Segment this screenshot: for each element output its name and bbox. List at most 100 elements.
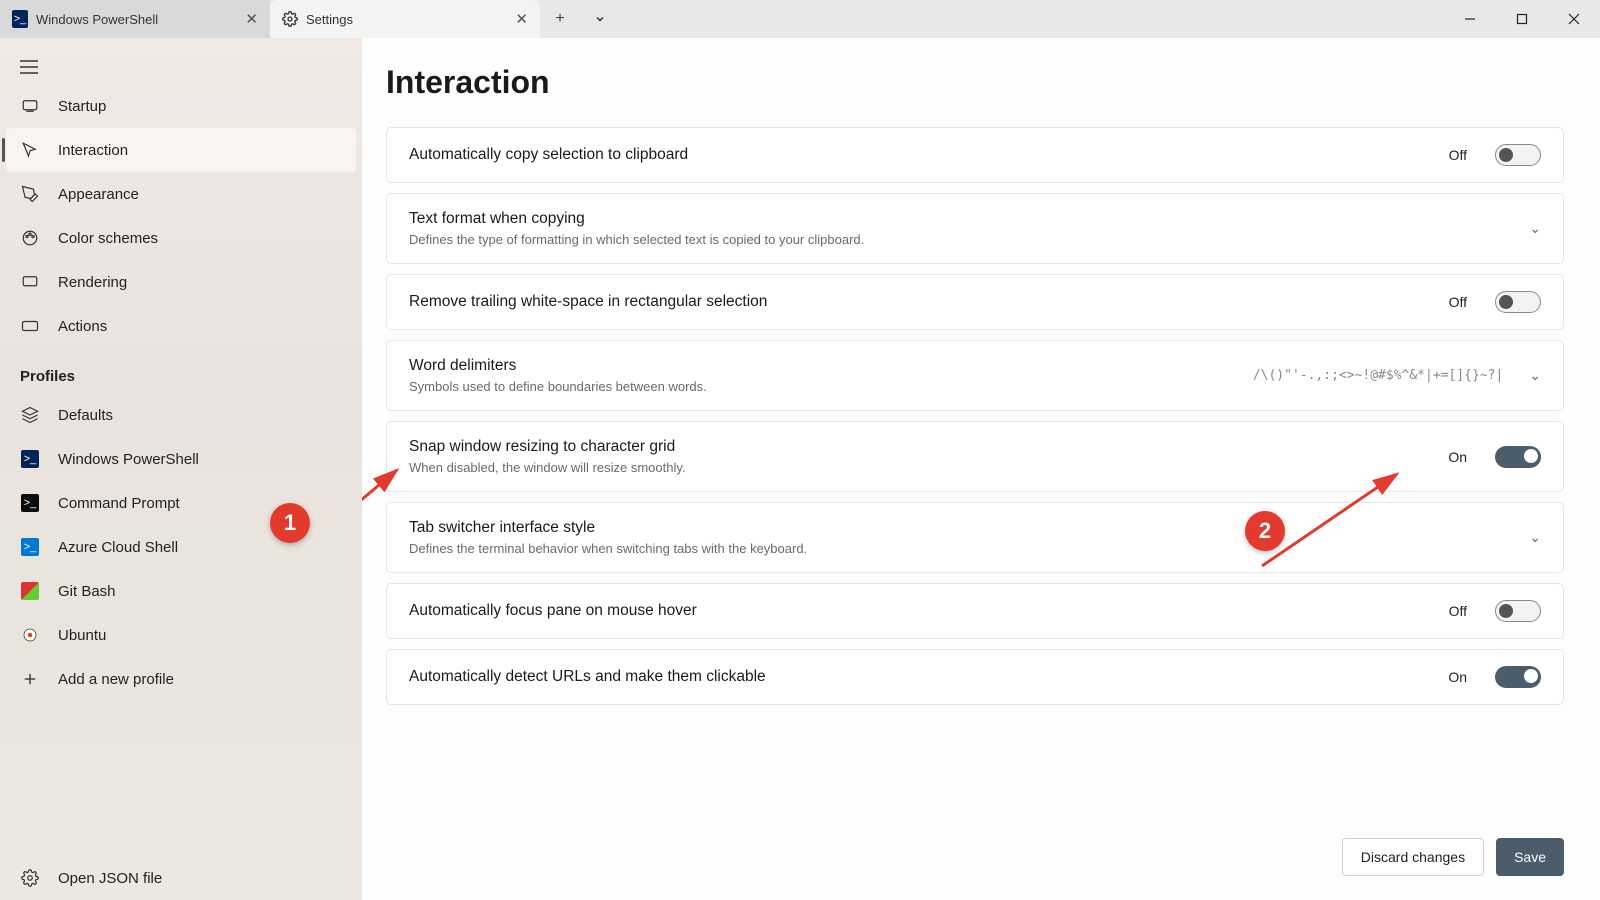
setting-title: Tab switcher interface style [409,519,1511,537]
setting-tab-switcher[interactable]: Tab switcher interface style Defines the… [386,502,1564,573]
setting-title: Word delimiters [409,357,1235,375]
profile-label: Defaults [58,407,113,424]
nav-appearance[interactable]: Appearance [0,172,362,216]
rendering-icon [20,272,40,292]
profiles-list: Defaults >_ Windows PowerShell >_ Comman… [0,393,362,701]
minimize-button[interactable] [1444,0,1496,38]
toggle-switch[interactable] [1495,291,1541,313]
profile-label: Git Bash [58,583,116,600]
profile-gitbash[interactable]: Git Bash [0,569,362,613]
tab-label: Settings [306,12,353,27]
close-button[interactable] [1548,0,1600,38]
gear-icon [282,11,298,27]
nav-color-schemes[interactable]: Color schemes [0,216,362,260]
tab-label: Windows PowerShell [36,12,158,27]
profiles-heading: Profiles [0,348,362,393]
powershell-icon: >_ [20,449,40,469]
nav-label: Interaction [58,142,128,159]
nav-label: Actions [58,318,107,335]
setting-title: Snap window resizing to character grid [409,438,1430,456]
main-content: Interaction Automatically copy selection… [362,38,1600,900]
annotation-callout-2: 2 [1245,511,1285,551]
setting-desc: Defines the terminal behavior when switc… [409,541,1511,556]
tab-powershell[interactable]: >_ Windows PowerShell ✕ [0,0,270,38]
setting-title: Text format when copying [409,210,1511,228]
toggle-state: Off [1449,294,1467,310]
footer: Discard changes Save [362,822,1600,900]
setting-title: Automatically copy selection to clipboar… [409,146,1431,164]
close-icon[interactable]: ✕ [515,10,528,28]
close-icon[interactable]: ✕ [245,10,258,28]
profile-label: Windows PowerShell [58,451,199,468]
setting-desc: Symbols used to define boundaries betwee… [409,379,1235,394]
discard-button[interactable]: Discard changes [1342,838,1484,876]
setting-remove-trailing[interactable]: Remove trailing white-space in rectangul… [386,274,1564,330]
powershell-icon: >_ [12,11,28,27]
sidebar: Startup Interaction Appearance Color sch… [0,38,362,900]
chevron-down-icon: ⌄ [1529,529,1541,546]
open-json-label: Open JSON file [58,870,162,887]
toggle-switch[interactable] [1495,446,1541,468]
setting-word-delimiters[interactable]: Word delimiters Symbols used to define b… [386,340,1564,411]
nav-label: Rendering [58,274,127,291]
nav-list: Startup Interaction Appearance Color sch… [0,84,362,348]
palette-icon [20,228,40,248]
setting-desc: When disabled, the window will resize sm… [409,460,1430,475]
setting-title: Remove trailing white-space in rectangul… [409,293,1431,311]
toggle-state: On [1448,449,1467,465]
profile-label: Ubuntu [58,627,106,644]
profile-defaults[interactable]: Defaults [0,393,362,437]
setting-desc: Defines the type of formatting in which … [409,232,1511,247]
nav-label: Startup [58,98,106,115]
keyboard-icon [20,316,40,336]
cmd-icon: >_ [20,493,40,513]
nav-rendering[interactable]: Rendering [0,260,362,304]
profile-label: Add a new profile [58,671,174,688]
nav-label: Appearance [58,186,139,203]
titlebar: >_ Windows PowerShell ✕ Settings ✕ + [0,0,1600,38]
toggle-state: Off [1449,147,1467,163]
toggle-state: Off [1449,603,1467,619]
gear-icon [20,868,40,888]
ubuntu-icon [20,625,40,645]
setting-detect-urls[interactable]: Automatically detect URLs and make them … [386,649,1564,705]
nav-interaction[interactable]: Interaction [6,128,356,172]
setting-auto-copy[interactable]: Automatically copy selection to clipboar… [386,127,1564,183]
chevron-down-icon: ⌄ [1529,220,1541,237]
chevron-down-icon: ⌄ [1529,367,1541,384]
toggle-state: On [1448,669,1467,685]
page-title: Interaction [386,64,1564,101]
setting-text-format[interactable]: Text format when copying Defines the typ… [386,193,1564,264]
tab-settings[interactable]: Settings ✕ [270,0,540,38]
save-button[interactable]: Save [1496,838,1564,876]
appearance-icon [20,184,40,204]
startup-icon [20,96,40,116]
menu-button[interactable] [0,50,362,84]
nav-actions[interactable]: Actions [0,304,362,348]
profile-label: Azure Cloud Shell [58,539,178,556]
profile-ubuntu[interactable]: Ubuntu [0,613,362,657]
setting-auto-focus[interactable]: Automatically focus pane on mouse hover … [386,583,1564,639]
annotation-callout-1: 1 [270,503,310,543]
setting-snap-resize[interactable]: Snap window resizing to character grid W… [386,421,1564,492]
new-tab-button[interactable]: + [540,0,580,38]
profile-label: Command Prompt [58,495,180,512]
nav-label: Color schemes [58,230,158,247]
profile-powershell[interactable]: >_ Windows PowerShell [0,437,362,481]
plus-icon [20,669,40,689]
toggle-switch[interactable] [1495,144,1541,166]
tab-dropdown-icon[interactable] [580,0,620,38]
interaction-icon [20,140,40,160]
azure-icon: >_ [20,537,40,557]
nav-startup[interactable]: Startup [0,84,362,128]
toggle-switch[interactable] [1495,600,1541,622]
window-controls [1444,0,1600,38]
gitbash-icon [20,581,40,601]
setting-title: Automatically detect URLs and make them … [409,668,1430,686]
toggle-switch[interactable] [1495,666,1541,688]
maximize-button[interactable] [1496,0,1548,38]
profile-add[interactable]: Add a new profile [0,657,362,701]
open-json-file[interactable]: Open JSON file [0,856,362,900]
setting-value: /\()"'-.,:;<>~!@#$%^&*|+=[]{}~?| [1253,368,1503,383]
layers-icon [20,405,40,425]
